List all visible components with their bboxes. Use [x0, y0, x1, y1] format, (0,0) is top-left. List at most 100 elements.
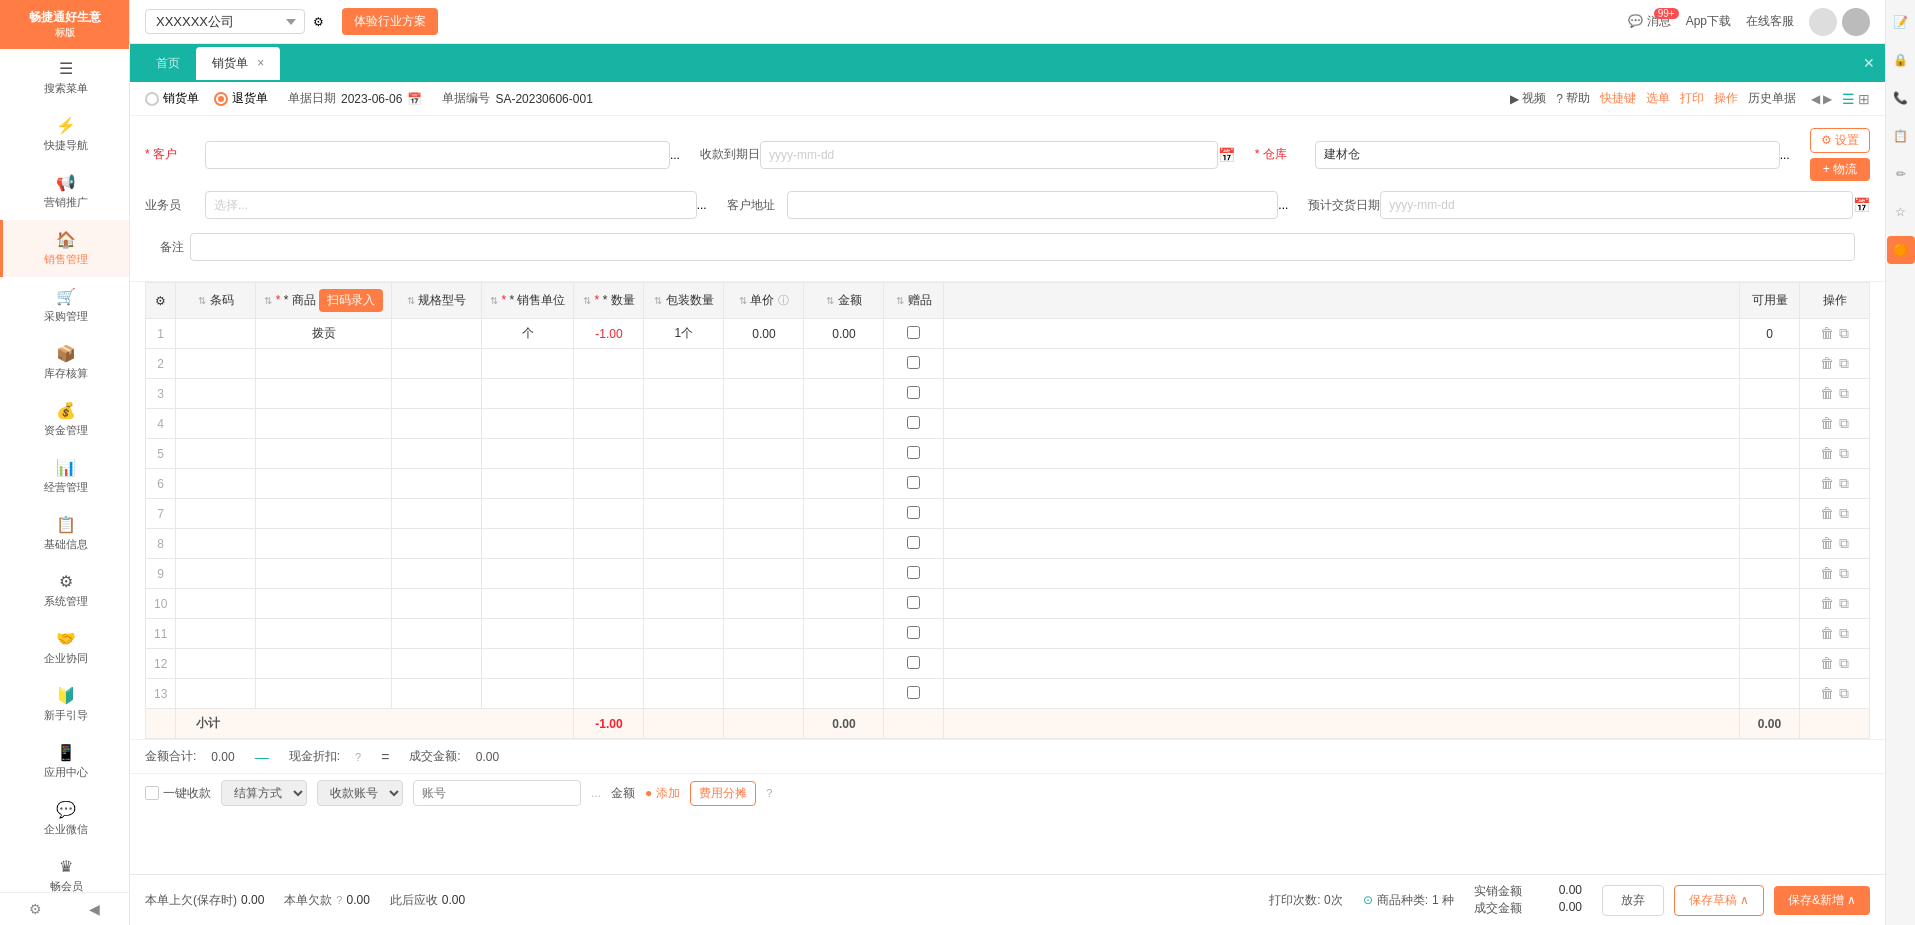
- copy-icon[interactable]: ⧉: [1839, 685, 1849, 702]
- due-date-calendar-icon[interactable]: 📅: [1218, 147, 1235, 163]
- row-unit[interactable]: [482, 559, 574, 589]
- row-gift[interactable]: [884, 469, 944, 499]
- row-qty[interactable]: [574, 409, 644, 439]
- copy-icon[interactable]: ⧉: [1839, 385, 1849, 402]
- row-gift[interactable]: [884, 319, 944, 349]
- customer-addr-input[interactable]: [787, 191, 1279, 219]
- discount-help-icon[interactable]: ?: [355, 751, 361, 763]
- add-payment-btn[interactable]: ● 添加: [645, 784, 680, 802]
- close-all-tabs-icon[interactable]: ✕: [1863, 55, 1875, 71]
- rpanel-notes-icon[interactable]: 📝: [1887, 8, 1915, 36]
- save-new-button[interactable]: 保存&新增 ∧: [1774, 886, 1870, 915]
- row-gift[interactable]: [884, 559, 944, 589]
- row-gift[interactable]: [884, 619, 944, 649]
- row-gift[interactable]: [884, 409, 944, 439]
- row-spec[interactable]: [392, 619, 482, 649]
- company-select[interactable]: XXXXXX公司: [145, 9, 305, 34]
- row-product[interactable]: [256, 469, 392, 499]
- sidebar-item-finance[interactable]: 💰 资金管理: [0, 391, 129, 448]
- delete-icon[interactable]: 🗑: [1820, 415, 1834, 432]
- th-settings[interactable]: ⚙: [146, 283, 176, 319]
- sidebar-item-sales[interactable]: 🏠 销售管理: [0, 220, 129, 277]
- row-qty[interactable]: [574, 499, 644, 529]
- copy-icon[interactable]: ⧉: [1839, 445, 1849, 462]
- row-qty[interactable]: [574, 469, 644, 499]
- sidebar-item-basic[interactable]: 📋 基础信息: [0, 505, 129, 562]
- sort-icon[interactable]: ⇅: [264, 295, 272, 306]
- row-price[interactable]: [724, 679, 804, 709]
- sort-icon[interactable]: ⇅: [739, 295, 747, 306]
- gift-checkbox[interactable]: [907, 356, 920, 369]
- row-unit[interactable]: [482, 619, 574, 649]
- row-spec[interactable]: [392, 469, 482, 499]
- row-qty[interactable]: [574, 559, 644, 589]
- grid-view-icon[interactable]: ⊞: [1858, 91, 1870, 107]
- price-info-icon[interactable]: ⓘ: [778, 294, 789, 306]
- expense-help-icon[interactable]: ?: [766, 787, 772, 799]
- row-pkgqty[interactable]: [644, 529, 724, 559]
- row-price[interactable]: [724, 439, 804, 469]
- delete-icon[interactable]: 🗑: [1820, 655, 1834, 672]
- row-barcode[interactable]: [176, 649, 256, 679]
- calendar-icon[interactable]: 📅: [407, 92, 422, 106]
- row-pkgqty[interactable]: [644, 409, 724, 439]
- row-amount[interactable]: [804, 469, 884, 499]
- sidebar-collapse-icon[interactable]: ◀: [89, 901, 100, 917]
- row-amount[interactable]: [804, 529, 884, 559]
- sort-icon[interactable]: ⇅: [654, 295, 662, 306]
- sidebar-item-quicknav[interactable]: ⚡ 快捷导航: [0, 106, 129, 163]
- logistics-button[interactable]: + 物流: [1810, 158, 1870, 181]
- row-gift[interactable]: [884, 649, 944, 679]
- row-price[interactable]: 0.00: [724, 319, 804, 349]
- payment-account-select[interactable]: 收款账号: [317, 780, 403, 806]
- rpanel-lock-icon[interactable]: 🔒: [1887, 46, 1915, 74]
- row-price[interactable]: [724, 379, 804, 409]
- scan-btn[interactable]: 扫码录入: [319, 289, 383, 312]
- copy-icon[interactable]: ⧉: [1839, 565, 1849, 582]
- row-amount[interactable]: 0.00: [804, 319, 884, 349]
- row-product[interactable]: [256, 649, 392, 679]
- row-price[interactable]: [724, 529, 804, 559]
- row-product[interactable]: [256, 589, 392, 619]
- row-barcode[interactable]: [176, 409, 256, 439]
- copy-icon[interactable]: ⧉: [1839, 625, 1849, 642]
- history-link[interactable]: 历史单据: [1748, 90, 1796, 107]
- row-qty[interactable]: [574, 679, 644, 709]
- row-qty[interactable]: [574, 619, 644, 649]
- payment-account-input[interactable]: [413, 780, 581, 806]
- row-spec[interactable]: [392, 559, 482, 589]
- delete-icon[interactable]: 🗑: [1820, 385, 1834, 402]
- row-barcode[interactable]: [176, 469, 256, 499]
- sidebar-item-wechat[interactable]: 💬 企业微信: [0, 790, 129, 847]
- row-barcode[interactable]: [176, 559, 256, 589]
- row-unit[interactable]: [482, 499, 574, 529]
- row-qty[interactable]: [574, 439, 644, 469]
- row-qty[interactable]: [574, 349, 644, 379]
- row-amount[interactable]: [804, 619, 884, 649]
- row-spec[interactable]: [392, 499, 482, 529]
- delete-icon[interactable]: 🗑: [1820, 565, 1834, 582]
- row-gift[interactable]: [884, 499, 944, 529]
- row-amount[interactable]: [804, 589, 884, 619]
- list-view-icon[interactable]: ☰: [1842, 91, 1855, 107]
- customer-dots[interactable]: ...: [670, 148, 680, 162]
- trial-btn[interactable]: 体验行业方案: [342, 8, 438, 35]
- app-download-link[interactable]: App下载: [1686, 13, 1731, 30]
- gift-checkbox[interactable]: [907, 596, 920, 609]
- row-pkgqty[interactable]: [644, 619, 724, 649]
- row-spec[interactable]: [392, 409, 482, 439]
- payment-method-select[interactable]: 结算方式: [221, 780, 307, 806]
- row-pkgqty[interactable]: [644, 649, 724, 679]
- row-price[interactable]: [724, 559, 804, 589]
- sort-icon[interactable]: ⇅: [198, 295, 206, 306]
- sidebar-item-purchase[interactable]: 🛒 采购管理: [0, 277, 129, 334]
- expense-split-btn[interactable]: 费用分摊: [690, 781, 756, 806]
- row-unit[interactable]: 个: [482, 319, 574, 349]
- save-draft-button[interactable]: 保存草稿 ∧: [1674, 885, 1764, 916]
- user-avatar2[interactable]: [1842, 8, 1870, 36]
- delete-icon[interactable]: 🗑: [1820, 535, 1834, 552]
- row-barcode[interactable]: [176, 349, 256, 379]
- gift-checkbox[interactable]: [907, 386, 920, 399]
- message-badge[interactable]: 💬 消息 99+: [1628, 13, 1670, 30]
- row-qty[interactable]: -1.00: [574, 319, 644, 349]
